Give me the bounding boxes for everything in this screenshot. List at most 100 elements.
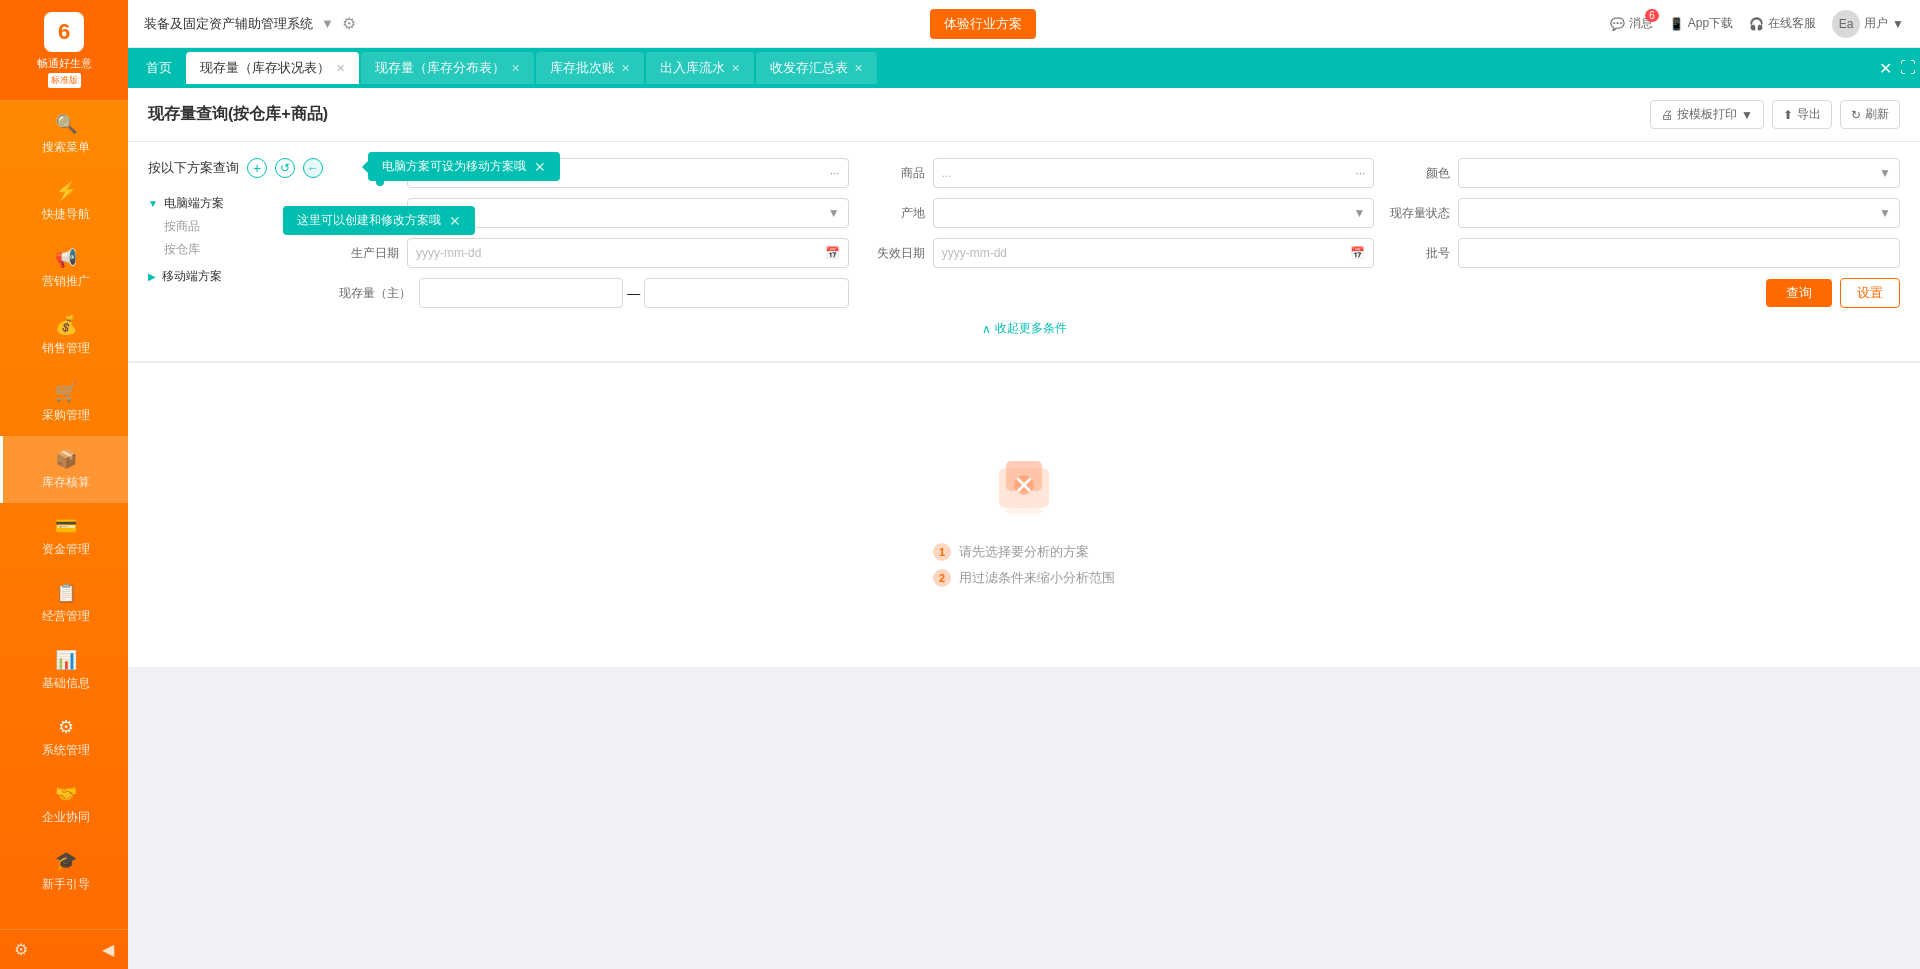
scheme-tooltip-close[interactable]: ✕ [534,159,546,175]
sidebar-item-quick-nav[interactable]: ⚡ 快捷导航 [0,168,128,235]
tab-fullscreen-icon[interactable]: ⛶ [1900,59,1916,78]
tab-inventory-status[interactable]: 现存量（库存状况表） ✕ [186,52,359,84]
dropdown-icon: ▼ [1879,206,1891,220]
sidebar-item-inventory[interactable]: 📦 库存核算 [0,436,128,503]
enterprise-icon: 🤝 [55,783,77,805]
tab-close-icon[interactable]: ✕ [621,62,630,75]
filter-stock-status: 现存量状态 ▼ [1390,198,1900,228]
tab-batch-account[interactable]: 库存批次账 ✕ [536,52,644,84]
tab-close-icon[interactable]: ✕ [854,62,863,75]
expand-arrow-icon: ▼ [148,198,158,209]
app-download-group[interactable]: 📱 App下载 [1669,15,1733,32]
filter-color: 颜色 ▼ [1390,158,1900,188]
tab-summary[interactable]: 收发存汇总表 ✕ [756,52,877,84]
expiry-date-input[interactable]: yyyy-mm-dd 📅 [933,238,1375,268]
stock-qty-min[interactable] [419,278,623,308]
sidebar-item-enterprise[interactable]: 🤝 企业协同 [0,771,128,838]
expiry-date-label: 失效日期 [865,245,925,262]
sidebar-item-basic[interactable]: 📊 基础信息 [0,637,128,704]
print-icon: 🖨 [1661,108,1673,122]
empty-state: 1 请先选择要分析的方案 2 用过滤条件来缩小分析范围 [128,363,1920,667]
empty-illustration [984,443,1064,523]
refresh-scheme-btn[interactable]: ↺ [275,158,295,178]
create-tooltip-close[interactable]: ✕ [449,213,461,229]
user-group[interactable]: Ea 用户 ▼ [1832,10,1904,38]
stock-qty-label: 现存量（主） [339,285,411,302]
industry-btn[interactable]: 体验行业方案 [930,9,1036,39]
page-title: 现存量查询(按仓库+商品) [148,104,328,125]
product-select[interactable]: ... ··· [933,158,1375,188]
page-content: 现存量查询(按仓库+商品) 🖨 按模板打印 ▼ ⬆ 导出 ↻ 刷新 [128,88,1920,969]
stock-status-select[interactable]: ▼ [1458,198,1900,228]
page-header: 现存量查询(按仓库+商品) 🖨 按模板打印 ▼ ⬆ 导出 ↻ 刷新 [128,88,1920,142]
logo-title: 畅通好生意 [37,56,92,71]
sidebar-item-operations[interactable]: 📋 经营管理 [0,570,128,637]
app-download-label: App下载 [1688,15,1733,32]
sidebar-item-newbie[interactable]: 🎓 新手引导 [0,838,128,905]
sidebar-item-search-menu[interactable]: 🔍 搜索菜单 [0,101,128,168]
export-btn[interactable]: ⬆ 导出 [1772,100,1832,129]
header-left: 装备及固定资产辅助管理系统 ▼ ⚙ [144,14,356,33]
tab-inventory-dist[interactable]: 现存量（库存分布表） ✕ [361,52,534,84]
hint-num-2: 2 [933,569,951,587]
back-scheme-btn[interactable]: ← [303,158,323,178]
sidebar-item-system[interactable]: ⚙ 系统管理 [0,704,128,771]
sidebar-item-finance[interactable]: 💳 资金管理 [0,503,128,570]
tab-close-icon[interactable]: ✕ [511,62,520,75]
scheme-tooltip-text: 电脑方案可设为移动方案哦 [382,158,526,175]
tab-close-all-icon[interactable]: ✕ [1879,59,1892,78]
sidebar-item-label: 营销推广 [42,273,90,290]
stock-qty-max[interactable] [644,278,848,308]
color-label: 颜色 [1390,165,1450,182]
online-service-group[interactable]: 🎧 在线客服 [1749,15,1816,32]
filter-title: 按以下方案查询 [148,159,239,177]
quick-nav-icon: ⚡ [55,180,77,202]
origin-select[interactable]: ▼ [933,198,1375,228]
sidebar-item-purchase[interactable]: 🛒 采购管理 [0,369,128,436]
tab-flow[interactable]: 出入库流水 ✕ [646,52,754,84]
prod-date-label: 生产日期 [339,245,399,262]
tab-close-icon[interactable]: ✕ [731,62,740,75]
sidebar-item-label: 企业协同 [42,809,90,826]
tab-label: 收发存汇总表 [770,59,848,77]
settings-btn[interactable]: 设置 [1840,278,1900,308]
scheme-tree-sub-item-2[interactable]: 按仓库 [164,238,323,261]
header-dropdown-icon[interactable]: ▼ [321,16,334,31]
empty-hints: 1 请先选择要分析的方案 2 用过滤条件来缩小分析范围 [933,543,1115,587]
print-template-btn[interactable]: 🖨 按模板打印 ▼ [1650,100,1764,129]
empty-hint-2: 2 用过滤条件来缩小分析范围 [933,569,1115,587]
collapse-sidebar-icon[interactable]: ◀ [102,940,114,959]
batch-input[interactable] [1458,238,1900,268]
filter-header: 按以下方案查询 + ↺ ← [148,158,323,178]
select-dots-icon: ··· [1355,166,1365,180]
filter-fields: 仓库 ... ··· 商品 ... ··· [339,158,1900,312]
sidebar-item-label: 新手引导 [42,876,90,893]
query-btn[interactable]: 查询 [1766,279,1832,307]
sidebar-item-sales[interactable]: 💰 销售管理 [0,302,128,369]
settings-bottom-icon[interactable]: ⚙ [14,940,28,959]
empty-hint-1: 1 请先选择要分析的方案 [933,543,1115,561]
filter-prod-date: 生产日期 yyyy-mm-dd 📅 [339,238,849,268]
scheme-tree-mobile[interactable]: ▶ 移动端方案 [148,265,323,288]
collapse-btn[interactable]: ∧ 收起更多条件 [148,312,1900,345]
main-area: 装备及固定资产辅助管理系统 ▼ ⚙ 体验行业方案 💬 消息 6 📱 App下载 … [128,0,1920,969]
color-select[interactable]: ▼ [1458,158,1900,188]
refresh-btn[interactable]: ↻ 刷新 [1840,100,1900,129]
filter-buttons: 查询 设置 [1390,278,1900,308]
sidebar-item-label: 销售管理 [42,340,90,357]
sidebar-item-label: 经营管理 [42,608,90,625]
tab-home[interactable]: 首页 [132,59,186,77]
add-scheme-btn[interactable]: + [247,158,267,178]
tab-close-icon[interactable]: ✕ [336,62,345,75]
sidebar-item-label: 快捷导航 [42,206,90,223]
export-icon: ⬆ [1783,108,1793,122]
sidebar-item-marketing[interactable]: 📢 营销推广 [0,235,128,302]
expand-arrow-icon: ▶ [148,271,156,282]
prod-date-input[interactable]: yyyy-mm-dd 📅 [407,238,849,268]
sidebar-item-label: 系统管理 [42,742,90,759]
header-settings-icon[interactable]: ⚙ [342,14,356,33]
logo-tag: 标准版 [48,73,81,88]
message-icon: 💬 [1610,17,1625,31]
dropdown-icon: ▼ [828,206,840,220]
message-group[interactable]: 💬 消息 6 [1610,15,1653,32]
